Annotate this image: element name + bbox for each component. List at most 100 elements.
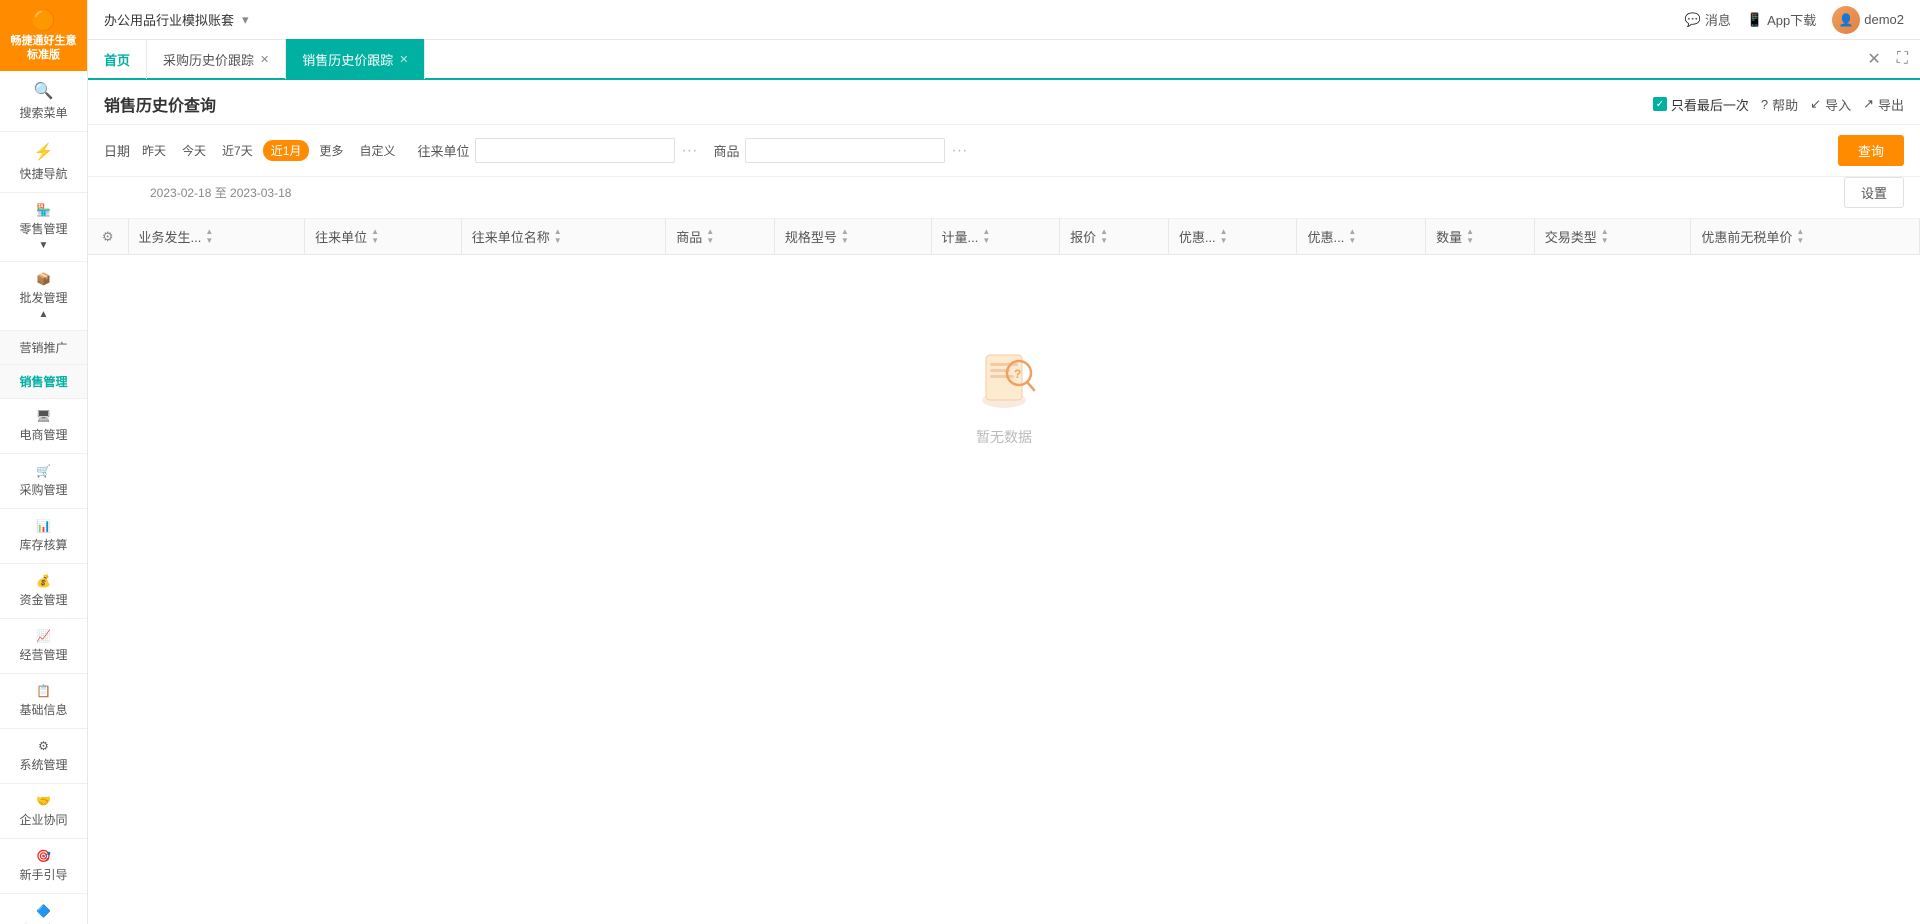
query-button[interactable]: 查询: [1838, 135, 1904, 166]
tab-home[interactable]: 首页: [88, 39, 147, 79]
enterprise-icon: 🤝: [36, 794, 51, 808]
th-discount2[interactable]: 优惠... ▲▼: [1297, 219, 1426, 255]
sidebar-item-operations[interactable]: 📈 经营管理: [0, 619, 87, 674]
sort-arrows-quote[interactable]: ▲▼: [1100, 228, 1108, 245]
date-option-1month[interactable]: 近1月: [263, 140, 310, 161]
date-option-yesterday[interactable]: 昨天: [136, 140, 172, 161]
maximize-button[interactable]: ⛶: [1893, 46, 1912, 72]
user-profile[interactable]: 👤 demo2: [1832, 6, 1904, 34]
goods-picker-button[interactable]: ···: [951, 142, 967, 160]
help-label: 帮助: [1772, 95, 1798, 114]
th-unit[interactable]: 计量... ▲▼: [931, 219, 1060, 255]
sort-arrows-partner-code[interactable]: ▲▼: [371, 228, 379, 245]
sort-arrows-discount1[interactable]: ▲▼: [1220, 228, 1228, 245]
date-option-7days[interactable]: 近7天: [216, 140, 259, 161]
date-option-more[interactable]: 更多: [313, 140, 349, 161]
sidebar-item-label: 资金管理: [19, 591, 67, 608]
sort-arrows-spec[interactable]: ▲▼: [841, 228, 849, 245]
partner-filter-group: 往来单位 ···: [417, 138, 697, 163]
sidebar-item-enterprise[interactable]: 🤝 企业协同: [0, 784, 87, 839]
show-last-once-filter[interactable]: ✓ 只看最后一次: [1653, 95, 1749, 114]
filter-bar: 日期 昨天 今天 近7天 近1月 更多 自定义 往来单位 ···: [88, 125, 1920, 177]
sidebar-sub-label: 销售管理: [19, 375, 67, 389]
date-option-custom[interactable]: 自定义: [353, 140, 401, 161]
th-discount1[interactable]: 优惠... ▲▼: [1168, 219, 1297, 255]
topbar-dropdown-icon[interactable]: ▾: [242, 12, 249, 28]
sort-arrows-quantity[interactable]: ▲▼: [1466, 228, 1474, 245]
sidebar-item-label: 搜索菜单: [19, 104, 67, 121]
sidebar-item-app-center[interactable]: 🔷 应用中心: [0, 894, 87, 924]
sidebar-item-label: 零售管理: [19, 220, 67, 237]
sidebar-item-label: 基础信息: [19, 701, 67, 718]
filter-row2: 2023-02-18 至 2023-03-18 设置: [88, 177, 1920, 218]
sort-arrows-biz-date[interactable]: ▲▼: [205, 228, 213, 245]
finance-icon: 💰: [36, 574, 51, 588]
tab-sales-close[interactable]: ✕: [399, 53, 408, 66]
th-quote[interactable]: 报价 ▲▼: [1060, 219, 1169, 255]
th-partner-name[interactable]: 往来单位名称 ▲▼: [461, 219, 666, 255]
export-button[interactable]: ↗ 导出: [1863, 95, 1904, 114]
sidebar-item-system[interactable]: ⚙ 系统管理: [0, 729, 87, 784]
tab-purchase[interactable]: 采购历史价跟踪 ✕: [147, 39, 286, 79]
sidebar-item-newbie[interactable]: 🎯 新手引导: [0, 839, 87, 894]
partner-picker-button[interactable]: ···: [681, 142, 697, 160]
goods-filter-label: 商品: [713, 141, 739, 160]
partner-input[interactable]: [475, 138, 675, 163]
sidebar-item-search[interactable]: 🔍 搜索菜单: [0, 71, 87, 132]
th-goods-label: 商品: [676, 227, 702, 246]
help-button[interactable]: ? 帮助: [1761, 95, 1798, 114]
tab-purchase-close[interactable]: ✕: [260, 53, 269, 66]
sort-arrows-trade-type[interactable]: ▲▼: [1601, 228, 1609, 245]
main-area: 办公用品行业模拟账套 ▾ 💬 消息 📱 App下载 👤 demo2 首页 采购历…: [88, 0, 1920, 924]
import-icon: ↙: [1810, 96, 1821, 112]
sidebar-item-label: 批发管理: [19, 289, 67, 306]
sidebar-item-inventory[interactable]: 📊 库存核算: [0, 509, 87, 564]
sidebar-item-quicknav[interactable]: ⚡ 快捷导航: [0, 132, 87, 193]
show-last-once-checkbox[interactable]: ✓: [1653, 97, 1667, 111]
chevron-down-icon: ▼: [39, 240, 49, 251]
th-spec[interactable]: 规格型号 ▲▼: [774, 219, 931, 255]
sidebar-item-marketing[interactable]: 营销推广: [0, 331, 87, 365]
sort-arrows-pretax-price[interactable]: ▲▼: [1796, 228, 1804, 245]
th-settings[interactable]: ⚙: [88, 219, 128, 255]
sidebar-item-ecommerce[interactable]: 🖥 电商管理: [0, 399, 87, 454]
partner-filter-label: 往来单位: [417, 141, 469, 160]
sidebar-item-wholesale[interactable]: 📦 批发管理 ▲: [0, 262, 87, 331]
th-pretax-price-label: 优惠前无税单价: [1701, 227, 1792, 246]
th-partner-code[interactable]: 往来单位 ▲▼: [305, 219, 462, 255]
goods-input[interactable]: [745, 138, 945, 163]
sidebar-item-label: 企业协同: [19, 811, 67, 828]
wholesale-icon: 📦: [36, 272, 51, 286]
th-biz-date-label: 业务发生...: [139, 227, 202, 246]
sidebar-item-sales-mgmt[interactable]: 销售管理: [0, 365, 87, 399]
th-discount1-label: 优惠...: [1179, 227, 1216, 246]
download-icon: 📱: [1747, 12, 1763, 28]
message-button[interactable]: 💬 消息: [1685, 10, 1731, 29]
app-download-button[interactable]: 📱 App下载: [1747, 10, 1816, 29]
th-quantity[interactable]: 数量 ▲▼: [1426, 219, 1535, 255]
settings-button[interactable]: 设置: [1844, 177, 1904, 208]
th-trade-type[interactable]: 交易类型 ▲▼: [1534, 219, 1691, 255]
close-window-button[interactable]: ✕: [1863, 45, 1884, 73]
purchase-icon: 🛒: [36, 464, 51, 478]
date-option-today[interactable]: 今天: [176, 140, 212, 161]
th-goods[interactable]: 商品 ▲▼: [666, 219, 775, 255]
sort-arrows-unit[interactable]: ▲▼: [982, 228, 990, 245]
sidebar-item-purchase[interactable]: 🛒 采购管理: [0, 454, 87, 509]
sidebar-item-retail[interactable]: 🏪 零售管理 ▼: [0, 193, 87, 262]
tab-sales[interactable]: 销售历史价跟踪 ✕: [286, 39, 425, 79]
app-logo[interactable]: 🟠 畅捷通好生意 标准版: [0, 0, 87, 71]
help-icon: ?: [1761, 97, 1768, 112]
th-discount2-label: 优惠...: [1307, 227, 1344, 246]
import-label: 导入: [1825, 95, 1851, 114]
sidebar-item-label: 快捷导航: [19, 165, 67, 182]
import-button[interactable]: ↙ 导入: [1810, 95, 1851, 114]
sort-arrows-partner-name[interactable]: ▲▼: [554, 228, 562, 245]
th-partner-code-label: 往来单位: [315, 227, 367, 246]
th-pretax-price[interactable]: 优惠前无税单价 ▲▼: [1691, 219, 1920, 255]
sort-arrows-goods[interactable]: ▲▼: [706, 228, 714, 245]
sort-arrows-discount2[interactable]: ▲▼: [1348, 228, 1356, 245]
th-biz-date[interactable]: 业务发生... ▲▼: [128, 219, 305, 255]
sidebar-item-finance[interactable]: 💰 资金管理: [0, 564, 87, 619]
sidebar-item-basic-info[interactable]: 📋 基础信息: [0, 674, 87, 729]
